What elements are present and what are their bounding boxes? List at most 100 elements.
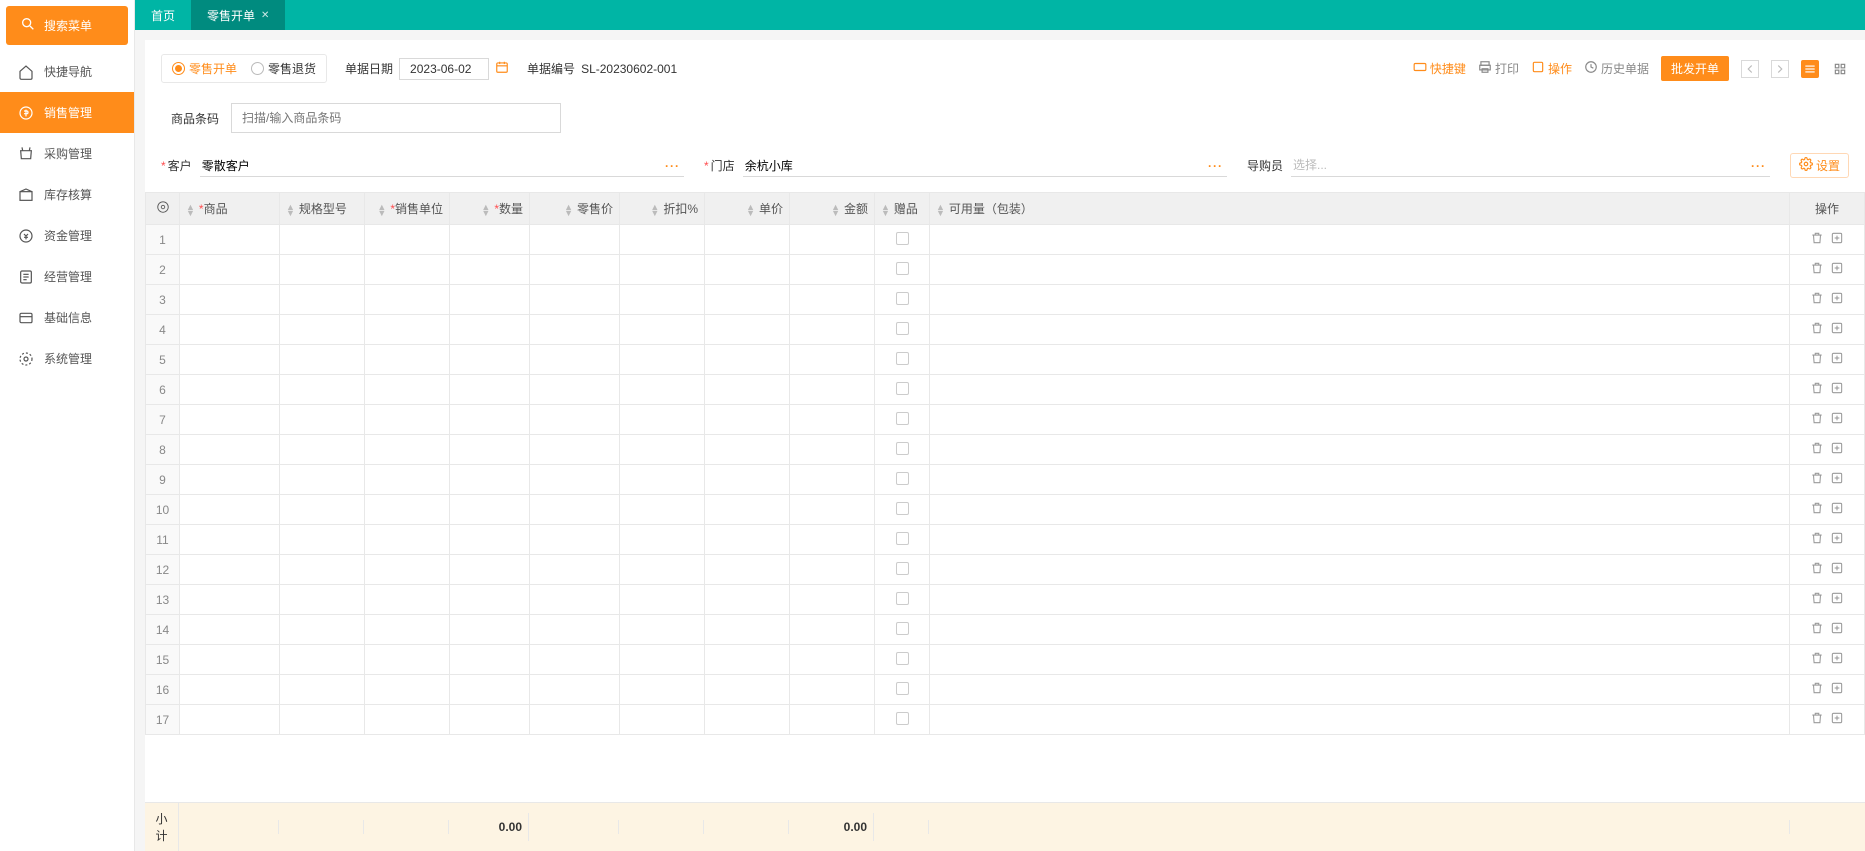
cell-spec[interactable]: [280, 645, 365, 675]
cell-price[interactable]: [705, 285, 790, 315]
close-icon[interactable]: ✕: [261, 10, 269, 21]
prev-doc-button[interactable]: [1741, 60, 1759, 78]
cell-available[interactable]: [930, 225, 1790, 255]
cell-gift[interactable]: [875, 225, 930, 255]
cell-unit[interactable]: [365, 435, 450, 465]
cell-retail-price[interactable]: [530, 615, 620, 645]
col-price[interactable]: ▲▼单价: [705, 193, 790, 225]
cell-gift[interactable]: [875, 705, 930, 735]
cell-spec[interactable]: [280, 435, 365, 465]
col-unit[interactable]: ▲▼*销售单位: [365, 193, 450, 225]
cell-qty[interactable]: [450, 495, 530, 525]
gift-checkbox[interactable]: [896, 592, 909, 605]
table-row[interactable]: 17: [146, 705, 1865, 735]
cell-available[interactable]: [930, 405, 1790, 435]
cell-unit[interactable]: [365, 225, 450, 255]
cell-spec[interactable]: [280, 615, 365, 645]
cell-unit[interactable]: [365, 525, 450, 555]
cell-qty[interactable]: [450, 285, 530, 315]
cell-retail-price[interactable]: [530, 585, 620, 615]
cell-discount[interactable]: [620, 225, 705, 255]
col-spec[interactable]: ▲▼规格型号: [280, 193, 365, 225]
cell-amount[interactable]: [790, 465, 875, 495]
cell-discount[interactable]: [620, 495, 705, 525]
radio-retail-return[interactable]: 零售退货: [251, 60, 316, 77]
cell-available[interactable]: [930, 555, 1790, 585]
cell-gift[interactable]: [875, 315, 930, 345]
cell-qty[interactable]: [450, 315, 530, 345]
cell-amount[interactable]: [790, 435, 875, 465]
cell-gift[interactable]: [875, 615, 930, 645]
cell-available[interactable]: [930, 255, 1790, 285]
add-row-button[interactable]: [1830, 233, 1844, 248]
cell-amount[interactable]: [790, 645, 875, 675]
cell-retail-price[interactable]: [530, 375, 620, 405]
cell-product[interactable]: [180, 675, 280, 705]
cell-available[interactable]: [930, 495, 1790, 525]
cell-discount[interactable]: [620, 405, 705, 435]
gift-checkbox[interactable]: [896, 502, 909, 515]
sidebar-item-7[interactable]: 系统管理: [0, 338, 134, 379]
cell-available[interactable]: [930, 525, 1790, 555]
cell-spec[interactable]: [280, 375, 365, 405]
cell-retail-price[interactable]: [530, 465, 620, 495]
cell-gift[interactable]: [875, 345, 930, 375]
cell-amount[interactable]: [790, 525, 875, 555]
sidebar-item-3[interactable]: 库存核算: [0, 174, 134, 215]
delete-row-button[interactable]: [1810, 443, 1824, 458]
cell-product[interactable]: [180, 555, 280, 585]
gift-checkbox[interactable]: [896, 442, 909, 455]
batch-order-button[interactable]: 批发开单: [1661, 56, 1729, 81]
cell-qty[interactable]: [450, 525, 530, 555]
cell-product[interactable]: [180, 585, 280, 615]
delete-row-button[interactable]: [1810, 353, 1824, 368]
cell-spec[interactable]: [280, 525, 365, 555]
cell-retail-price[interactable]: [530, 645, 620, 675]
cell-discount[interactable]: [620, 315, 705, 345]
cell-amount[interactable]: [790, 315, 875, 345]
sidebar-item-4[interactable]: 资金管理: [0, 215, 134, 256]
cell-spec[interactable]: [280, 255, 365, 285]
add-row-button[interactable]: [1830, 563, 1844, 578]
cell-available[interactable]: [930, 375, 1790, 405]
table-row[interactable]: 1: [146, 225, 1865, 255]
cell-retail-price[interactable]: [530, 705, 620, 735]
top-tab-1[interactable]: 零售开单✕: [191, 0, 285, 30]
cell-unit[interactable]: [365, 285, 450, 315]
cell-gift[interactable]: [875, 435, 930, 465]
cell-price[interactable]: [705, 705, 790, 735]
cell-available[interactable]: [930, 315, 1790, 345]
cell-spec[interactable]: [280, 705, 365, 735]
gift-checkbox[interactable]: [896, 652, 909, 665]
cell-unit[interactable]: [365, 585, 450, 615]
cell-spec[interactable]: [280, 555, 365, 585]
cell-available[interactable]: [930, 585, 1790, 615]
cell-amount[interactable]: [790, 585, 875, 615]
next-doc-button[interactable]: [1771, 60, 1789, 78]
cell-gift[interactable]: [875, 495, 930, 525]
delete-row-button[interactable]: [1810, 413, 1824, 428]
search-menu-button[interactable]: 搜索菜单: [6, 6, 128, 45]
gift-checkbox[interactable]: [896, 562, 909, 575]
cell-gift[interactable]: [875, 375, 930, 405]
cell-spec[interactable]: [280, 225, 365, 255]
cell-discount[interactable]: [620, 285, 705, 315]
cell-discount[interactable]: [620, 615, 705, 645]
cell-unit[interactable]: [365, 705, 450, 735]
add-row-button[interactable]: [1830, 473, 1844, 488]
cell-available[interactable]: [930, 345, 1790, 375]
delete-row-button[interactable]: [1810, 653, 1824, 668]
table-row[interactable]: 4: [146, 315, 1865, 345]
form-settings-button[interactable]: 设置: [1790, 153, 1849, 178]
grid-container[interactable]: ▲▼*商品 ▲▼规格型号 ▲▼*销售单位 ▲▼*数量 ▲▼零售价 ▲▼折扣% ▲…: [145, 192, 1865, 802]
cell-unit[interactable]: [365, 405, 450, 435]
cell-available[interactable]: [930, 675, 1790, 705]
cell-qty[interactable]: [450, 345, 530, 375]
cell-discount[interactable]: [620, 435, 705, 465]
cell-qty[interactable]: [450, 225, 530, 255]
cell-price[interactable]: [705, 675, 790, 705]
cell-discount[interactable]: [620, 705, 705, 735]
cell-gift[interactable]: [875, 585, 930, 615]
cell-amount[interactable]: [790, 495, 875, 525]
sidebar-item-2[interactable]: 采购管理: [0, 133, 134, 174]
